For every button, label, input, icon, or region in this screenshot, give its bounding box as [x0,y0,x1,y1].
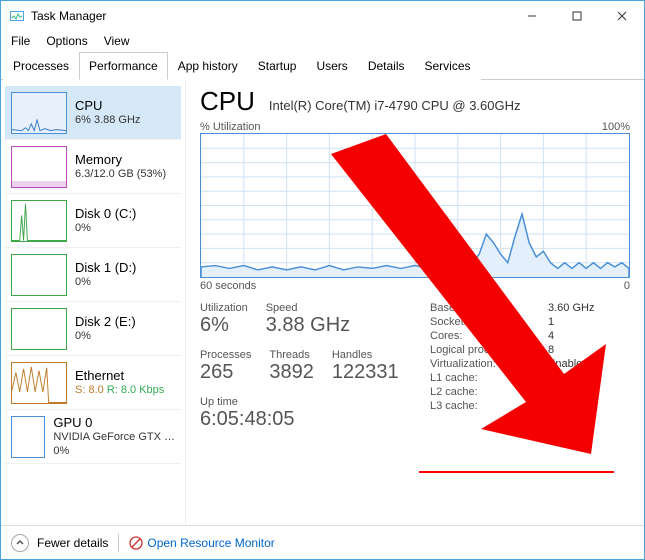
app-icon [9,8,25,24]
disk1-thumb [11,254,67,296]
gpu-thumb [11,416,45,458]
uptime-label: Up time [200,396,430,408]
menu-view[interactable]: View [98,32,136,50]
handles-value: 122331 [332,361,399,384]
utilization-value: 6% [200,314,248,337]
disk0-thumb [11,200,67,242]
cores-label: Cores: [430,330,548,342]
sidebar-item-disk0[interactable]: Disk 0 (C:) 0% [5,194,181,248]
footer: Fewer details Open Resource Monitor [1,525,644,559]
fewer-details-label: Fewer details [37,536,108,550]
graph-top-left-label: % Utilization [200,121,261,133]
sidebar-item-disk2[interactable]: Disk 2 (E:) 0% [5,302,181,356]
sidebar-item-disk1[interactable]: Disk 1 (D:) 0% [5,248,181,302]
footer-separator [118,534,119,552]
disk2-thumb [11,308,67,350]
window-controls [509,1,644,31]
cpu-graph[interactable] [200,133,630,278]
threads-value: 3892 [269,361,314,384]
sidebar-disk1-title: Disk 1 (D:) [75,260,136,276]
sidebar-gpu-title: GPU 0 [53,415,175,431]
graph-top-right-label: 100% [602,121,630,133]
sidebar-ethernet-sub: S: 8.0 R: 8.0 Kbps [75,384,164,398]
virtualization-label: Virtualization: [430,358,548,370]
main-panel: CPU Intel(R) Core(TM) i7-4790 CPU @ 3.60… [186,80,644,525]
base-speed-label: Base speed: [430,302,548,314]
sidebar-gpu-sub: NVIDIA GeForce GTX … [53,431,175,445]
sockets-value: 1 [548,316,554,328]
sidebar-cpu-sub: 6% 3.88 GHz [75,114,140,128]
sidebar-item-cpu[interactable]: CPU 6% 3.88 GHz [5,86,181,140]
open-resource-monitor-label: Open Resource Monitor [147,536,274,550]
sidebar-disk2-title: Disk 2 (E:) [75,314,136,330]
logical-processors-value: 8 [548,344,554,356]
menu-options[interactable]: Options [40,32,93,50]
utilization-label: Utilization [200,302,248,314]
sidebar-ethernet-title: Ethernet [75,368,164,384]
l2-cache-value: 1.0 MB [548,386,583,398]
sidebar-item-ethernet[interactable]: Ethernet S: 8.0 R: 8.0 Kbps [5,356,181,410]
sidebar-disk2-sub: 0% [75,330,136,344]
sidebar-cpu-title: CPU [75,98,140,114]
sidebar-disk0-sub: 0% [75,222,136,236]
l3-cache-value: 8.0 MB [548,400,583,412]
tab-processes[interactable]: Processes [3,52,79,80]
uptime-value: 6:05:48:05 [200,408,430,431]
processes-label: Processes [200,349,251,361]
sidebar: CPU 6% 3.88 GHz Memory 6.3/12.0 GB (53%)… [1,80,186,525]
speed-label: Speed [266,302,350,314]
menubar: File Options View [1,31,644,51]
sidebar-memory-sub: 6.3/12.0 GB (53%) [75,168,166,182]
l1-cache-value: 256 KB [548,372,584,384]
close-button[interactable] [599,1,644,31]
sidebar-item-gpu0[interactable]: GPU 0 NVIDIA GeForce GTX … 0% [5,410,181,464]
window-title: Task Manager [31,9,509,23]
annotation-underline [419,471,614,473]
l2-cache-label: L2 cache: [430,386,548,398]
menu-file[interactable]: File [5,32,36,50]
memory-thumb [11,146,67,188]
tab-services[interactable]: Services [415,52,481,80]
graph-bottom-right-label: 0 [624,280,630,292]
handles-label: Handles [332,349,399,361]
tab-performance[interactable]: Performance [79,52,168,80]
resource-monitor-icon [129,536,143,550]
minimize-button[interactable] [509,1,554,31]
cpu-thumb [11,92,67,134]
task-manager-window: Task Manager File Options View Processes… [0,0,645,560]
fewer-details-button[interactable]: Fewer details [11,534,108,552]
tab-details[interactable]: Details [358,52,415,80]
body: CPU 6% 3.88 GHz Memory 6.3/12.0 GB (53%)… [1,80,644,525]
sidebar-gpu-pct: 0% [53,445,175,459]
base-speed-value: 3.60 GHz [548,302,594,314]
cores-value: 4 [548,330,554,342]
tab-app-history[interactable]: App history [168,52,248,80]
processes-value: 265 [200,361,251,384]
speed-value: 3.88 GHz [266,314,350,337]
logical-processors-label: Logical processors: [430,344,548,356]
virtualization-value: Enabled [548,358,588,370]
graph-bottom-left-label: 60 seconds [200,280,256,292]
tab-startup[interactable]: Startup [248,52,307,80]
cpu-model: Intel(R) Core(TM) i7-4790 CPU @ 3.60GHz [269,98,521,113]
titlebar: Task Manager [1,1,644,31]
specs: Base speed:3.60 GHz Sockets:1 Cores:4 Lo… [430,302,630,412]
tab-users[interactable]: Users [306,52,357,80]
sidebar-disk0-title: Disk 0 (C:) [75,206,136,222]
sidebar-memory-title: Memory [75,152,166,168]
tabbar: Processes Performance App history Startu… [1,51,644,80]
l3-cache-label: L3 cache: [430,400,548,412]
sidebar-item-memory[interactable]: Memory 6.3/12.0 GB (53%) [5,140,181,194]
ethernet-thumb [11,362,67,404]
sockets-label: Sockets: [430,316,548,328]
open-resource-monitor-link[interactable]: Open Resource Monitor [129,536,274,550]
sidebar-disk1-sub: 0% [75,276,136,290]
chevron-up-icon [11,534,29,552]
maximize-button[interactable] [554,1,599,31]
main-heading: CPU [200,86,255,117]
threads-label: Threads [269,349,314,361]
l1-cache-label: L1 cache: [430,372,548,384]
